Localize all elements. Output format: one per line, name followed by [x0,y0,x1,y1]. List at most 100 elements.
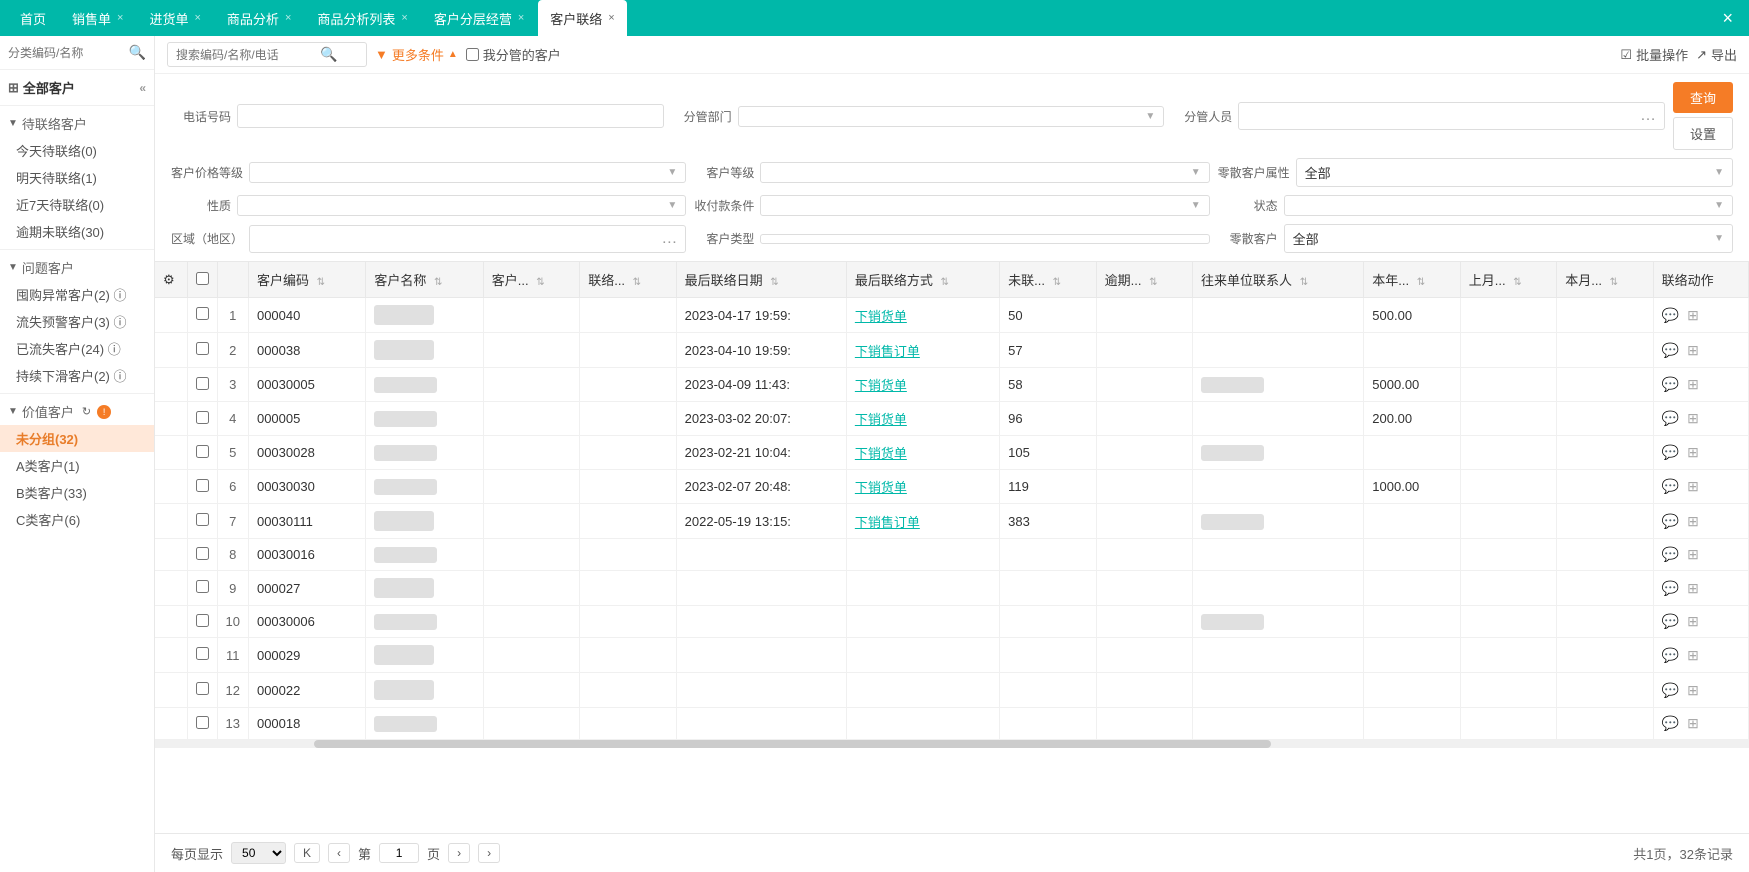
grid-icon[interactable]: ⊞ [1687,613,1699,630]
row-check-cell[interactable] [187,606,217,638]
sidebar-item-overdue[interactable]: 逾期未联络(30) [0,218,154,245]
more-conditions-button[interactable]: ▼ 更多条件 ▲ [375,45,458,64]
nav-tab-purchase[interactable]: 进货单 × [137,0,212,36]
row-actions[interactable]: 💬 ⊞ [1653,673,1748,708]
row-actions[interactable]: 💬 ⊞ [1653,333,1748,368]
row-last-contact-type[interactable]: 下销货单 [846,298,999,333]
region-select[interactable]: … [249,225,686,253]
row-last-contact-type[interactable] [846,673,999,708]
sidebar-all-customers[interactable]: ⊞ 全部客户 « [0,70,154,101]
sidebar-item-type-a[interactable]: A类客户(1) [0,452,154,479]
message-icon[interactable]: 💬 [1662,647,1679,664]
th-code[interactable]: 客户编码 ⇅ [248,262,365,298]
sidebar-search-input[interactable] [8,46,125,60]
search-icon[interactable]: 🔍 [320,46,337,63]
message-icon[interactable]: 💬 [1662,513,1679,530]
sidebar-item-ungrouped[interactable]: 未分组(32) [0,425,154,452]
row-actions[interactable]: 💬 ⊞ [1653,368,1748,402]
th-last-contact-date[interactable]: 最后联络日期 ⇅ [676,262,846,298]
row-last-contact-type[interactable]: 下销货单 [846,402,999,436]
row-actions[interactable]: 💬 ⊞ [1653,470,1748,504]
close-purchase-tab-icon[interactable]: × [194,12,200,24]
prev-page-button[interactable]: ‹ [328,843,350,863]
grid-icon[interactable]: ⊞ [1687,444,1699,461]
sidebar-item-churn-warning[interactable]: 流失预警客户(3) ⓘ [0,308,154,335]
grid-icon[interactable]: ⊞ [1687,715,1699,732]
message-icon[interactable]: 💬 [1662,376,1679,393]
customer-tier-select[interactable]: ▼ [760,162,1209,183]
price-tier-select[interactable]: ▼ [249,162,686,183]
row-last-contact-type[interactable] [846,606,999,638]
per-page-select[interactable]: 50 100 [231,842,286,864]
sidebar-item-churned[interactable]: 已流失客户(24) ⓘ [0,335,154,362]
nav-tab-sales[interactable]: 销售单 × [60,0,135,36]
sidebar-item-7days[interactable]: 近7天待联络(0) [0,191,154,218]
row-checkbox[interactable] [196,513,209,526]
message-icon[interactable]: 💬 [1662,715,1679,732]
row-checkbox[interactable] [196,342,209,355]
grid-icon[interactable]: ⊞ [1687,410,1699,427]
dept-select[interactable]: ▼ [738,106,1165,127]
grid-icon[interactable]: ⊞ [1687,478,1699,495]
value-group-refresh-icon[interactable]: ↻ [82,405,91,418]
contact-type-link[interactable]: 下销货单 [855,309,907,324]
manager-select[interactable]: … [1238,102,1665,130]
row-checkbox[interactable] [196,547,209,560]
row-last-contact-type[interactable] [846,708,999,740]
phone-input[interactable] [237,104,664,128]
row-checkbox[interactable] [196,411,209,424]
th-no-contact[interactable]: 未联... ⇅ [1000,262,1096,298]
close-customer-contact-icon[interactable]: × [608,12,614,24]
message-icon[interactable]: 💬 [1662,682,1679,699]
row-check-cell[interactable] [187,638,217,673]
grid-icon[interactable]: ⊞ [1687,513,1699,530]
message-icon[interactable]: 💬 [1662,613,1679,630]
th-unit-contact[interactable]: 往来单位联系人 ⇅ [1193,262,1364,298]
horizontal-scrollbar[interactable] [155,740,1749,748]
batch-operation-button[interactable]: ☑ 批量操作 [1620,45,1688,64]
nav-home-tab[interactable]: 首页 [8,0,58,36]
row-last-contact-type[interactable]: 下销货单 [846,436,999,470]
close-customer-tier-icon[interactable]: × [518,12,524,24]
row-last-contact-type[interactable] [846,571,999,606]
grid-icon[interactable]: ⊞ [1687,580,1699,597]
first-page-button[interactable]: K [294,843,320,863]
close-product-analysis-icon[interactable]: × [285,12,291,24]
contact-type-link[interactable]: 下销售订单 [855,344,920,359]
nature-select[interactable]: ▼ [237,195,686,216]
row-check-cell[interactable] [187,571,217,606]
grid-icon[interactable]: ⊞ [1687,682,1699,699]
th-this-year[interactable]: 本年... ⇅ [1364,262,1460,298]
message-icon[interactable]: 💬 [1662,580,1679,597]
page-number-input[interactable] [379,843,419,863]
row-actions[interactable]: 💬 ⊞ [1653,606,1748,638]
sidebar-group-pending[interactable]: ▼ 待联络客户 [0,110,154,137]
select-all-checkbox[interactable] [196,272,209,285]
close-all-tabs-button[interactable]: × [1714,8,1741,29]
row-actions[interactable]: 💬 ⊞ [1653,708,1748,740]
row-check-cell[interactable] [187,673,217,708]
th-contact[interactable]: 联络... ⇅ [580,262,676,298]
row-check-cell[interactable] [187,470,217,504]
sidebar-item-today[interactable]: 今天待联络(0) [0,137,154,164]
contact-type-link[interactable]: 下销售订单 [855,515,920,530]
sidebar-item-type-b[interactable]: B类客户(33) [0,479,154,506]
contact-type-link[interactable]: 下销货单 [855,378,907,393]
my-customers-check[interactable] [466,48,479,61]
payment-select[interactable]: ▼ [760,195,1209,216]
sidebar-item-type-c[interactable]: C类客户(6) [0,506,154,533]
message-icon[interactable]: 💬 [1662,444,1679,461]
contact-type-link[interactable]: 下销货单 [855,446,907,461]
row-checkbox[interactable] [196,445,209,458]
nav-tab-customer-tier[interactable]: 客户分层经营 × [422,0,536,36]
nav-tab-customer-contact[interactable]: 客户联络 × [538,0,626,36]
next-page-button[interactable]: › [448,843,470,863]
sidebar-collapse-icon[interactable]: « [139,81,146,95]
row-check-cell[interactable] [187,298,217,333]
last-page-button[interactable]: › [478,843,500,863]
row-actions[interactable]: 💬 ⊞ [1653,436,1748,470]
row-check-cell[interactable] [187,402,217,436]
row-last-contact-type[interactable]: 下销售订单 [846,333,999,368]
th-type[interactable]: 客户... ⇅ [483,262,579,298]
customer-type-select[interactable] [760,234,1209,244]
